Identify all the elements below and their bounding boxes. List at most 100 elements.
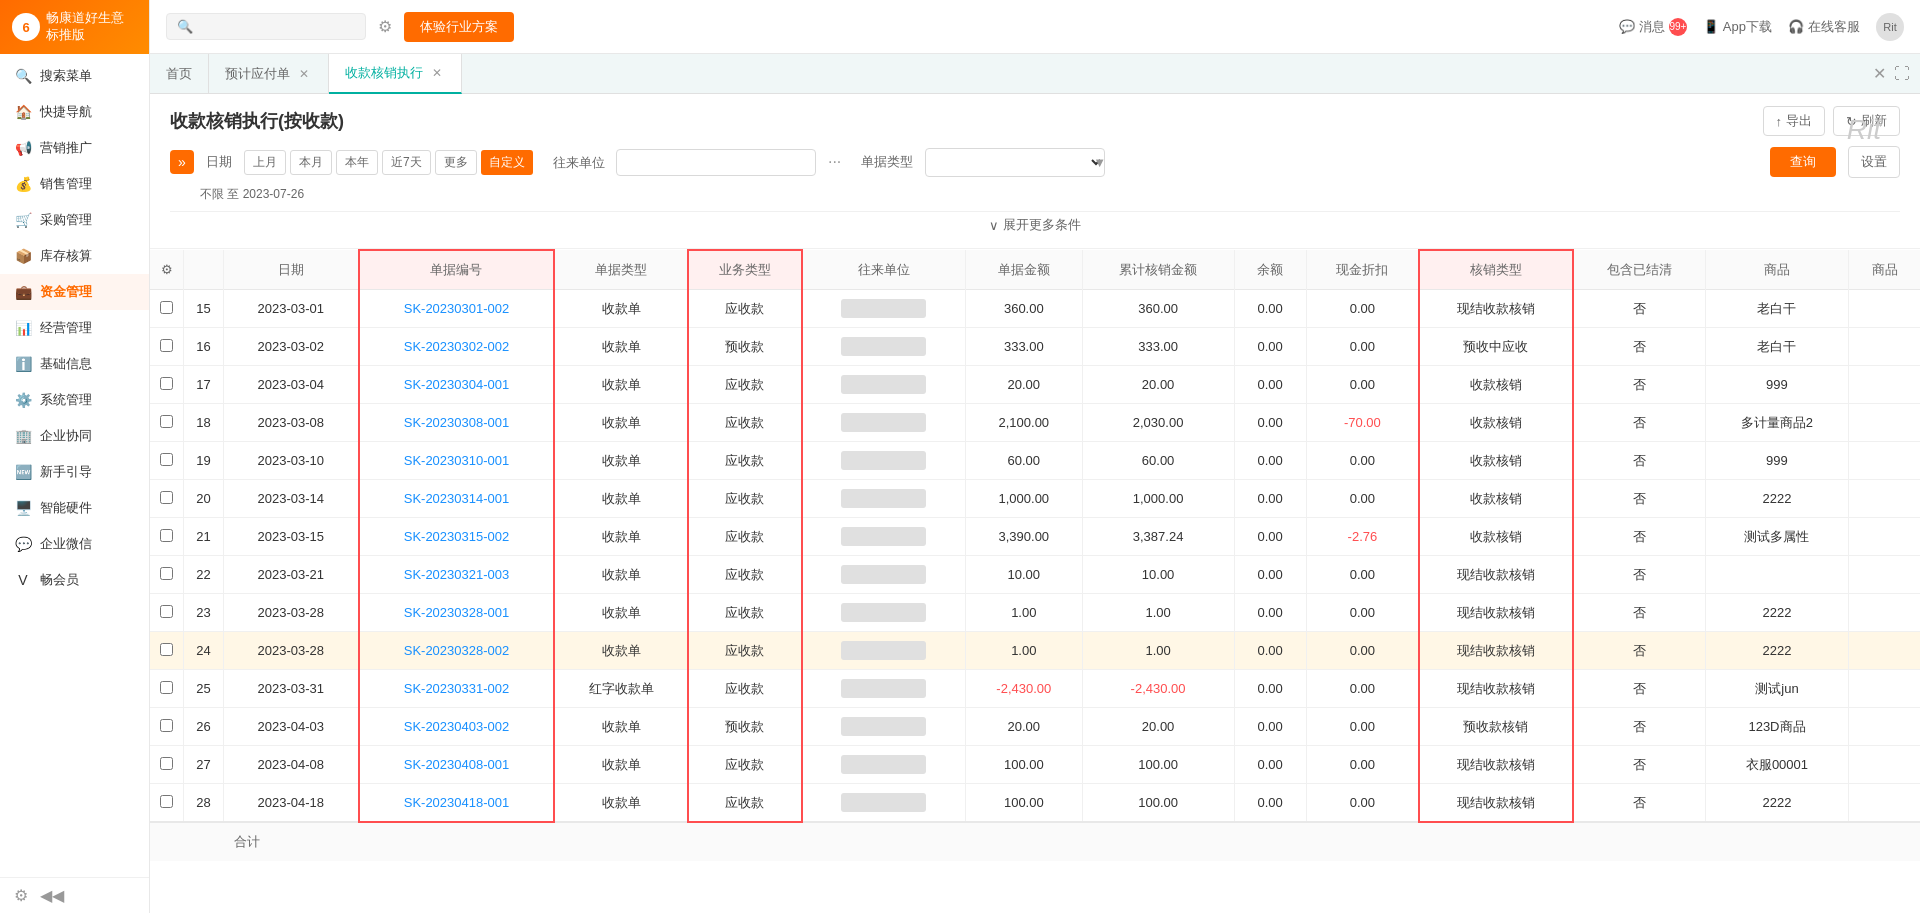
sidebar-item-shortcut[interactable]: 🏠快捷导航 bbox=[0, 94, 149, 130]
td-checkbox[interactable] bbox=[150, 366, 184, 404]
partner-input[interactable] bbox=[616, 149, 816, 176]
sidebar-item-enterprise[interactable]: 🏢企业协同 bbox=[0, 418, 149, 454]
td-checkbox[interactable] bbox=[150, 708, 184, 746]
sidebar-item-wechat[interactable]: 💬企业微信 bbox=[0, 526, 149, 562]
tab-close-all-icon[interactable]: ✕ bbox=[1873, 64, 1886, 83]
tab-close-collection[interactable]: ✕ bbox=[429, 65, 445, 81]
app-download-item[interactable]: 📱 App下载 bbox=[1703, 18, 1772, 36]
td-checkbox[interactable] bbox=[150, 632, 184, 670]
td-checkbox[interactable] bbox=[150, 442, 184, 480]
td-product2 bbox=[1849, 556, 1920, 594]
sidebar-item-marketing[interactable]: 📢营销推广 bbox=[0, 130, 149, 166]
customer-service-item[interactable]: 🎧 在线客服 bbox=[1788, 18, 1860, 36]
tab-home[interactable]: 首页 bbox=[150, 54, 209, 94]
expand-more-button[interactable]: ∨ 展开更多条件 bbox=[170, 211, 1900, 238]
settings-gear-icon[interactable]: ⚙ bbox=[378, 17, 392, 36]
settings-icon[interactable]: ⚙ bbox=[14, 886, 28, 905]
date-btn-this-year[interactable]: 本年 bbox=[336, 150, 378, 175]
date-btn-7days[interactable]: 近7天 bbox=[382, 150, 431, 175]
td-checkbox[interactable] bbox=[150, 670, 184, 708]
doc-no-link[interactable]: SK-20230418-001 bbox=[404, 795, 510, 810]
row-checkbox[interactable] bbox=[160, 605, 173, 618]
th-balance: 余额 bbox=[1234, 250, 1306, 290]
hardware-icon: 🖥️ bbox=[14, 500, 32, 516]
td-product: 测试多属性 bbox=[1705, 518, 1848, 556]
sidebar-item-inventory[interactable]: 📦库存核算 bbox=[0, 238, 149, 274]
collapse-icon[interactable]: ◀◀ bbox=[40, 886, 64, 905]
doc-no-link[interactable]: SK-20230308-001 bbox=[404, 415, 510, 430]
doc-no-link[interactable]: SK-20230315-002 bbox=[404, 529, 510, 544]
sidebar-item-hardware[interactable]: 🖥️智能硬件 bbox=[0, 490, 149, 526]
date-btn-last-month[interactable]: 上月 bbox=[244, 150, 286, 175]
td-checkbox[interactable] bbox=[150, 746, 184, 784]
solution-button[interactable]: 体验行业方案 bbox=[404, 12, 514, 42]
td-index: 24 bbox=[184, 632, 224, 670]
date-btn-this-month[interactable]: 本月 bbox=[290, 150, 332, 175]
td-checkbox[interactable] bbox=[150, 556, 184, 594]
sidebar-item-operation[interactable]: 📊经营管理 bbox=[0, 310, 149, 346]
doc-no-link[interactable]: SK-20230328-002 bbox=[404, 643, 510, 658]
td-biz-type: 应收款 bbox=[688, 442, 802, 480]
doc-no-link[interactable]: SK-20230302-002 bbox=[404, 339, 510, 354]
row-checkbox[interactable] bbox=[160, 567, 173, 580]
sidebar-item-finance[interactable]: 💼资金管理 bbox=[0, 274, 149, 310]
row-checkbox[interactable] bbox=[160, 719, 173, 732]
rit-watermark: Rit bbox=[1847, 114, 1881, 146]
td-checkbox[interactable] bbox=[150, 594, 184, 632]
sidebar-item-system[interactable]: ⚙️系统管理 bbox=[0, 382, 149, 418]
row-checkbox[interactable] bbox=[160, 491, 173, 504]
sidebar-item-purchase[interactable]: 🛒采购管理 bbox=[0, 202, 149, 238]
row-checkbox[interactable] bbox=[160, 415, 173, 428]
td-doc-no: SK-20230302-002 bbox=[359, 328, 555, 366]
doc-no-link[interactable]: SK-20230314-001 bbox=[404, 491, 510, 506]
date-btn-custom[interactable]: 自定义 bbox=[481, 150, 533, 175]
doc-no-link[interactable]: SK-20230408-001 bbox=[404, 757, 510, 772]
sidebar-item-basic[interactable]: ℹ️基础信息 bbox=[0, 346, 149, 382]
td-include-settled: 否 bbox=[1573, 594, 1706, 632]
row-checkbox[interactable] bbox=[160, 757, 173, 770]
row-checkbox[interactable] bbox=[160, 529, 173, 542]
sidebar-item-member[interactable]: V畅会员 bbox=[0, 562, 149, 598]
row-checkbox[interactable] bbox=[160, 681, 173, 694]
td-checkbox[interactable] bbox=[150, 518, 184, 556]
doc-no-link[interactable]: SK-20230310-001 bbox=[404, 453, 510, 468]
doc-no-link[interactable]: SK-20230403-002 bbox=[404, 719, 510, 734]
filter-toggle-button[interactable]: » bbox=[170, 150, 194, 174]
doc-no-link[interactable]: SK-20230328-001 bbox=[404, 605, 510, 620]
user-avatar[interactable]: Rit bbox=[1876, 13, 1904, 41]
td-partner bbox=[802, 556, 966, 594]
td-checkbox[interactable] bbox=[150, 404, 184, 442]
row-checkbox[interactable] bbox=[160, 643, 173, 656]
td-checkbox[interactable] bbox=[150, 784, 184, 823]
sidebar-footer: ⚙ ◀◀ bbox=[0, 877, 149, 913]
row-checkbox[interactable] bbox=[160, 339, 173, 352]
tab-close-prepay[interactable]: ✕ bbox=[296, 66, 312, 82]
notification-item[interactable]: 💬 消息 99+ bbox=[1619, 18, 1687, 36]
row-checkbox[interactable] bbox=[160, 453, 173, 466]
query-button[interactable]: 查询 bbox=[1770, 147, 1836, 177]
doc-type-select[interactable] bbox=[925, 148, 1105, 177]
doc-no-link[interactable]: SK-20230321-003 bbox=[404, 567, 510, 582]
th-settings[interactable]: ⚙ bbox=[150, 250, 184, 290]
td-doc-no: SK-20230304-001 bbox=[359, 366, 555, 404]
sidebar-item-search[interactable]: 🔍搜索菜单 bbox=[0, 58, 149, 94]
td-cumulative: -2,430.00 bbox=[1082, 670, 1234, 708]
td-checkbox[interactable] bbox=[150, 480, 184, 518]
tab-collection[interactable]: 收款核销执行 ✕ bbox=[329, 54, 462, 94]
doc-no-link[interactable]: SK-20230301-002 bbox=[404, 301, 510, 316]
td-checkbox[interactable] bbox=[150, 290, 184, 328]
doc-no-link[interactable]: SK-20230304-001 bbox=[404, 377, 510, 392]
td-checkbox[interactable] bbox=[150, 328, 184, 366]
sidebar-item-sales[interactable]: 💰销售管理 bbox=[0, 166, 149, 202]
row-checkbox[interactable] bbox=[160, 377, 173, 390]
tab-expand-icon[interactable]: ⛶ bbox=[1894, 65, 1910, 83]
date-btn-more[interactable]: 更多 bbox=[435, 150, 477, 175]
topbar-search[interactable]: 🔍 bbox=[166, 13, 366, 40]
sidebar-item-guide[interactable]: 🆕新手引导 bbox=[0, 454, 149, 490]
doc-no-link[interactable]: SK-20230331-002 bbox=[404, 681, 510, 696]
row-checkbox[interactable] bbox=[160, 301, 173, 314]
tab-prepay[interactable]: 预计应付单 ✕ bbox=[209, 54, 329, 94]
settings-button[interactable]: 设置 bbox=[1848, 146, 1900, 178]
export-button[interactable]: ↑ 导出 bbox=[1763, 106, 1826, 136]
row-checkbox[interactable] bbox=[160, 795, 173, 808]
